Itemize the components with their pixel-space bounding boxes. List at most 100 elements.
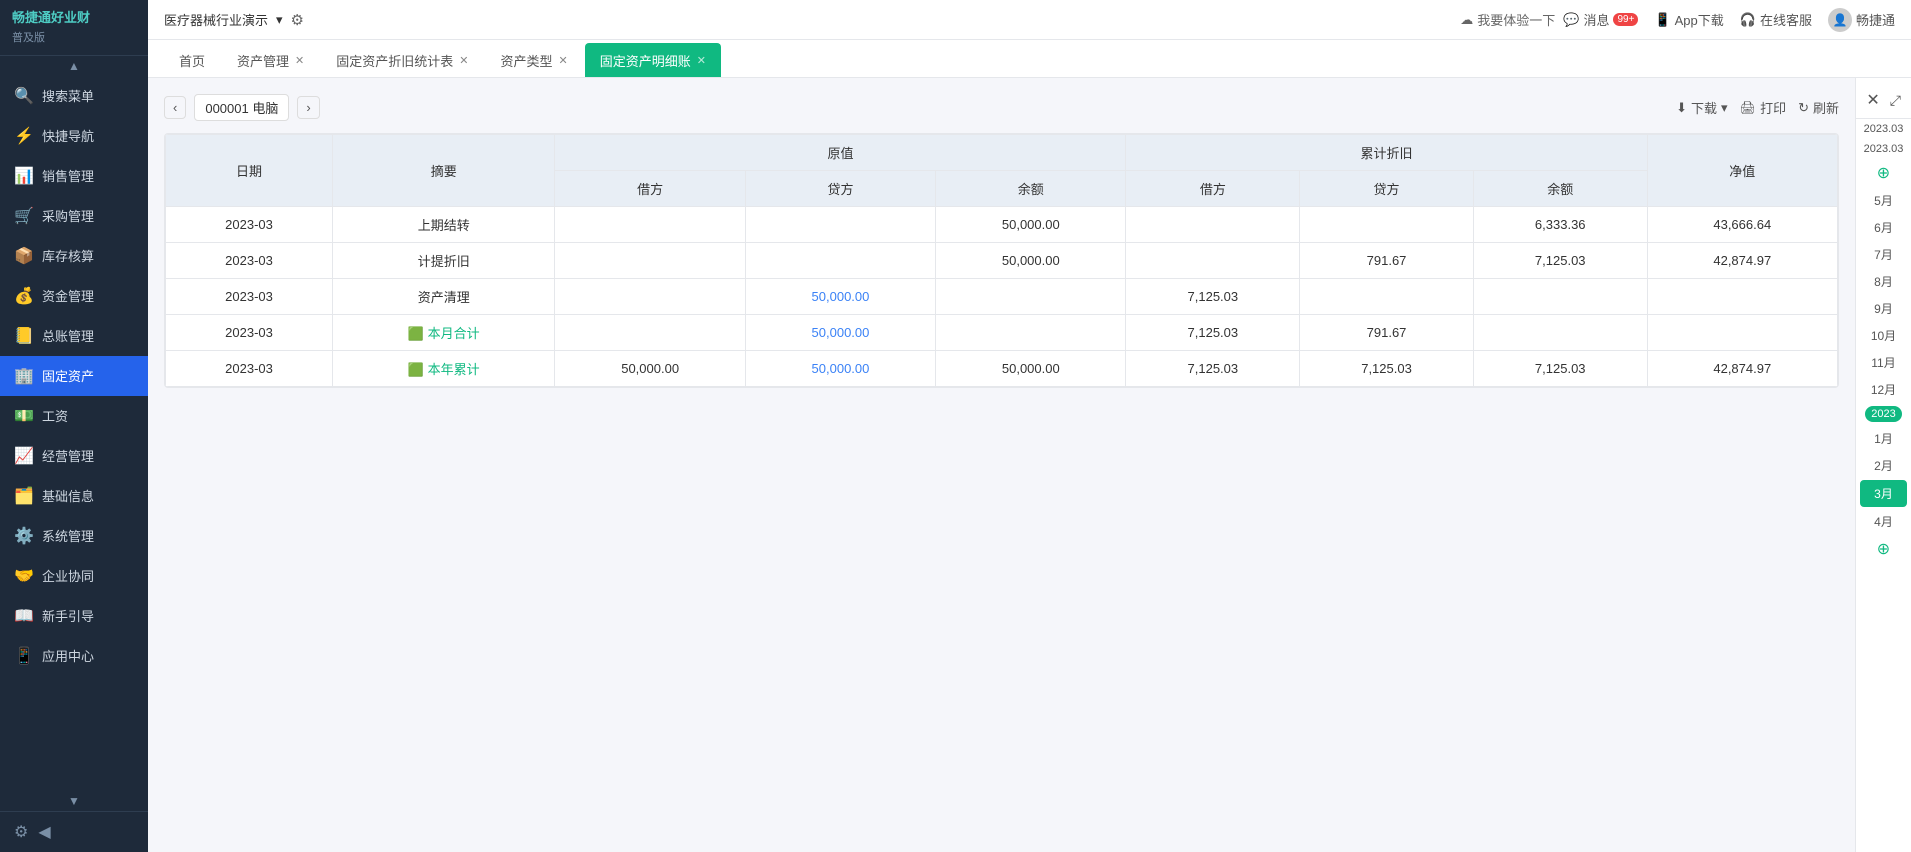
timeline-month-2[interactable]: 2月 [1856,452,1911,479]
next-asset-btn[interactable]: › [297,96,319,119]
summary-badge: 🟩 本年累计 [408,359,480,378]
refresh-btn[interactable]: ↻ 刷新 [1798,98,1839,117]
sidebar-item-inventory[interactable]: 📦库存核算 [0,236,148,276]
asset-code-box: 000001 电脑 [194,94,289,121]
download-btn[interactable]: ⬇ 下载 ▾ [1676,98,1727,117]
sidebar-icon-enterprise: 🤝 [14,566,34,586]
table-row: 2023-03 上期结转 50,000.00 6,333.36 43,666.6… [166,207,1838,243]
sidebar-icon-quick-nav: ⚡ [14,126,34,146]
sidebar-label-salary: 工资 [42,406,68,425]
timeline-month-7[interactable]: 7月 [1856,241,1911,268]
cell-orig-balance [936,315,1126,351]
tab-close-depreciation-table[interactable]: ✕ [459,54,468,67]
sidebar-icon-inventory: 📦 [14,246,34,266]
cell-dep-balance: 7,125.03 [1473,243,1647,279]
tab-label-home: 首页 [179,51,205,70]
download-icon: 📱 [1654,12,1670,28]
sidebar-label-fixed-assets: 固定资产 [42,366,94,385]
sidebar-item-ledger[interactable]: 📒总账管理 [0,316,148,356]
download-label: 下载 [1691,98,1717,117]
collapse-icon[interactable]: ◀ [38,822,50,842]
tab-asset-type[interactable]: 资产类型✕ [485,43,582,77]
col-accumulated-dep: 累计折旧 [1126,135,1647,171]
timeline-month-12[interactable]: 12月 [1856,376,1911,403]
sidebar-icon-search: 🔍 [14,86,34,106]
col-summary: 摘要 [333,135,555,207]
app-logo: 畅捷通好业财 [12,10,136,27]
sidebar-item-enterprise[interactable]: 🤝企业协同 [0,556,148,596]
sidebar-label-purchase: 采购管理 [42,206,94,225]
user-area[interactable]: 👤 畅捷通 [1828,8,1895,32]
print-label: 打印 [1760,98,1786,117]
sidebar-item-operations[interactable]: 📈经营管理 [0,436,148,476]
cell-orig-credit: 50,000.00 [745,279,935,315]
timeline-arrow-down[interactable]: ⊕ [1873,535,1894,563]
cell-orig-debit: 50,000.00 [555,351,745,387]
sidebar-item-search[interactable]: 🔍搜索菜单 [0,76,148,116]
sidebar-icon-apps: 📱 [14,646,34,666]
message-label: 消息 [1583,10,1609,29]
sidebar-scroll-down[interactable]: ▼ [0,791,148,811]
sidebar-icon-system: ⚙️ [14,526,34,546]
timeline-month-3-selected[interactable]: 3月 [1860,480,1907,507]
timeline-month-9[interactable]: 9月 [1856,295,1911,322]
timeline-month-1[interactable]: 1月 [1856,425,1911,452]
sidebar-scroll-up[interactable]: ▲ [0,56,148,76]
message-btn[interactable]: 💬 消息 99+ [1563,10,1638,29]
sidebar-item-sales[interactable]: 📊销售管理 [0,156,148,196]
sidebar-item-basic-info[interactable]: 🗂️基础信息 [0,476,148,516]
sidebar-item-fixed-assets[interactable]: 🏢固定资产 [0,356,148,396]
prev-asset-btn[interactable]: ‹ [164,96,186,119]
username-label: 畅捷通 [1856,10,1895,29]
online-service-label: 在线客服 [1760,10,1812,29]
sidebar-item-guide[interactable]: 📖新手引导 [0,596,148,636]
avatar: 👤 [1828,8,1852,32]
print-btn[interactable]: 🖨 打印 [1740,98,1787,117]
tab-close-asset-detail[interactable]: ✕ [697,54,706,67]
sidebar-item-quick-nav[interactable]: ⚡快捷导航 [0,116,148,156]
cloud-icon: ☁ [1460,12,1473,28]
cell-dep-credit [1300,279,1474,315]
tab-asset-mgmt[interactable]: 资产管理✕ [222,43,319,77]
sidebar-label-basic-info: 基础信息 [42,486,94,505]
settings-icon[interactable]: ⚙ [14,822,28,842]
tab-asset-detail[interactable]: 固定资产明细账✕ [585,43,721,77]
timeline-month-4[interactable]: 4月 [1856,508,1911,535]
sidebar-label-operations: 经营管理 [42,446,94,465]
sidebar-item-purchase[interactable]: 🛒采购管理 [0,196,148,236]
timeline-month-6[interactable]: 6月 [1856,214,1911,241]
timeline-month-5[interactable]: 5月 [1856,187,1911,214]
app-download-btn[interactable]: 📱 App下载 [1654,10,1723,29]
message-icon: 💬 [1563,12,1579,28]
timeline-month-8[interactable]: 8月 [1856,268,1911,295]
sidebar-item-apps[interactable]: 📱应用中心 [0,636,148,676]
sidebar-label-finance: 资金管理 [42,286,94,305]
sidebar-icon-sales: 📊 [14,166,34,186]
company-name: 医疗器械行业演示 [164,10,268,29]
cell-net-value: 42,874.97 [1647,351,1837,387]
panel-expand-btn[interactable]: ⤢ [1886,88,1905,113]
tab-home[interactable]: 首页 [164,43,220,77]
tab-close-asset-mgmt[interactable]: ✕ [295,54,304,67]
sidebar-item-salary[interactable]: 💵工资 [0,396,148,436]
sidebar-item-system[interactable]: ⚙️系统管理 [0,516,148,556]
company-dropdown-btn[interactable]: ▾ [276,12,283,28]
toolbar-actions: ⬇ 下载 ▾ 🖨 打印 ↻ 刷新 [1676,98,1839,117]
timeline-month-11[interactable]: 11月 [1856,349,1911,376]
tab-depreciation-table[interactable]: 固定资产折旧统计表✕ [321,43,483,77]
settings-btn[interactable]: ⚙ [291,11,304,29]
sidebar-bottom: ⚙ ◀ [0,811,148,852]
table-row: 2023-03 🟩 本月合计 50,000.00 7,125.03 791.67 [166,315,1838,351]
sidebar-item-finance[interactable]: 💰资金管理 [0,276,148,316]
col-net-value: 净值 [1647,135,1837,207]
timeline-month-10[interactable]: 10月 [1856,322,1911,349]
tab-close-asset-type[interactable]: ✕ [559,54,568,67]
panel-close-btn[interactable]: ✕ [1862,86,1883,114]
experience-area: ☁ 我要体验一下 [1460,10,1555,29]
cell-dep-credit: 791.67 [1300,315,1474,351]
timeline-arrow-up[interactable]: ⊕ [1873,159,1894,187]
online-service-btn[interactable]: 🎧 在线客服 [1740,10,1812,29]
cell-dep-balance: 6,333.36 [1473,207,1647,243]
cell-dep-debit: 7,125.03 [1126,279,1300,315]
download-dropdown-icon: ▾ [1721,100,1728,116]
